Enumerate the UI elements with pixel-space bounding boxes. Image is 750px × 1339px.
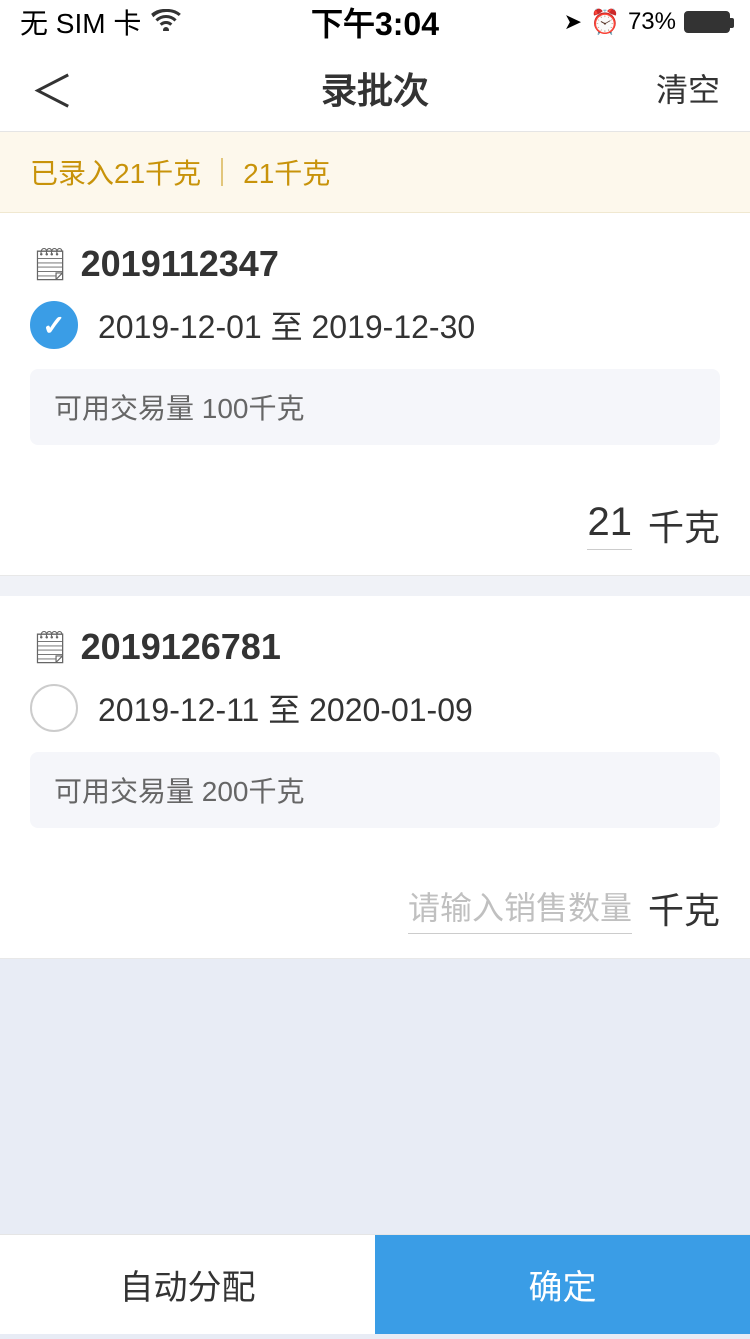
location-icon: ➤ — [564, 9, 582, 35]
batch-2-input-placeholder: 请输入销售数量 — [408, 890, 632, 926]
batch-2-header: 🗒 2019126781 — [30, 626, 720, 668]
batch-1-doc-icon: 🗒 — [30, 245, 71, 283]
wifi-icon — [151, 6, 181, 38]
batch-2-checkbox[interactable] — [30, 684, 78, 732]
summary-prefix: 已录入21千克 — [30, 152, 201, 192]
batch-2-unit: 千克 — [648, 882, 720, 934]
alarm-icon: ⏰ — [590, 8, 620, 37]
summary-divider — [221, 158, 223, 186]
batch-1-unit: 千克 — [648, 499, 720, 551]
bottom-bar: 自动分配 确定 — [0, 1234, 750, 1334]
batch-2-number: 2019126781 — [81, 626, 281, 668]
auto-distribute-button[interactable]: 自动分配 — [0, 1235, 375, 1334]
battery-percent: 73% — [628, 8, 676, 36]
batch-2-doc-icon: 🗒 — [30, 628, 71, 666]
batch-1-date: 2019-12-01 至 2019-12-30 — [98, 302, 475, 348]
summary-value: 21千克 — [243, 152, 330, 192]
batch-1-number: 2019112347 — [81, 243, 279, 285]
batch-2-input-row: 请输入销售数量 千克 — [0, 858, 750, 959]
status-right: ➤ ⏰ 73% — [564, 8, 730, 37]
batch-card-2-section: 🗒 2019126781 2019-12-11 至 2020-01-09 可用交… — [0, 596, 750, 959]
batch-1-quantity-row: 21 千克 — [0, 475, 750, 576]
back-button[interactable]: ＜ — [30, 56, 74, 120]
batch-card-2: 🗒 2019126781 2019-12-11 至 2020-01-09 可用交… — [0, 596, 750, 858]
page-title: 录批次 — [321, 62, 429, 114]
batch-1-available: 可用交易量 100千克 — [30, 369, 720, 445]
status-bar: 无 SIM 卡 下午3:04 ➤ ⏰ 73% — [0, 0, 750, 44]
batch-2-date-row: 2019-12-11 至 2020-01-09 — [30, 684, 720, 732]
status-left: 无 SIM 卡 — [20, 2, 181, 42]
batch-card-1: 🗒 2019112347 2019-12-01 至 2019-12-30 可用交… — [0, 213, 750, 475]
batch-1-header: 🗒 2019112347 — [30, 243, 720, 285]
status-time: 下午3:04 — [311, 0, 439, 45]
batch-2-input-field[interactable]: 请输入销售数量 — [408, 883, 632, 934]
batch-2-date: 2019-12-11 至 2020-01-09 — [98, 685, 473, 731]
carrier-text: 无 SIM 卡 — [20, 2, 141, 42]
nav-bar: ＜ 录批次 清空 — [0, 44, 750, 132]
summary-banner: 已录入21千克 21千克 — [0, 132, 750, 213]
battery-icon — [684, 11, 730, 33]
batch-1-quantity-value[interactable]: 21 — [587, 500, 632, 550]
main-content: 已录入21千克 21千克 🗒 2019112347 2019-12-01 至 2… — [0, 132, 750, 1339]
batch-1-checkbox[interactable] — [30, 301, 78, 349]
batch-2-available: 可用交易量 200千克 — [30, 752, 720, 828]
clear-button[interactable]: 清空 — [656, 65, 720, 111]
batch-1-date-row: 2019-12-01 至 2019-12-30 — [30, 301, 720, 349]
confirm-button[interactable]: 确定 — [375, 1235, 750, 1334]
